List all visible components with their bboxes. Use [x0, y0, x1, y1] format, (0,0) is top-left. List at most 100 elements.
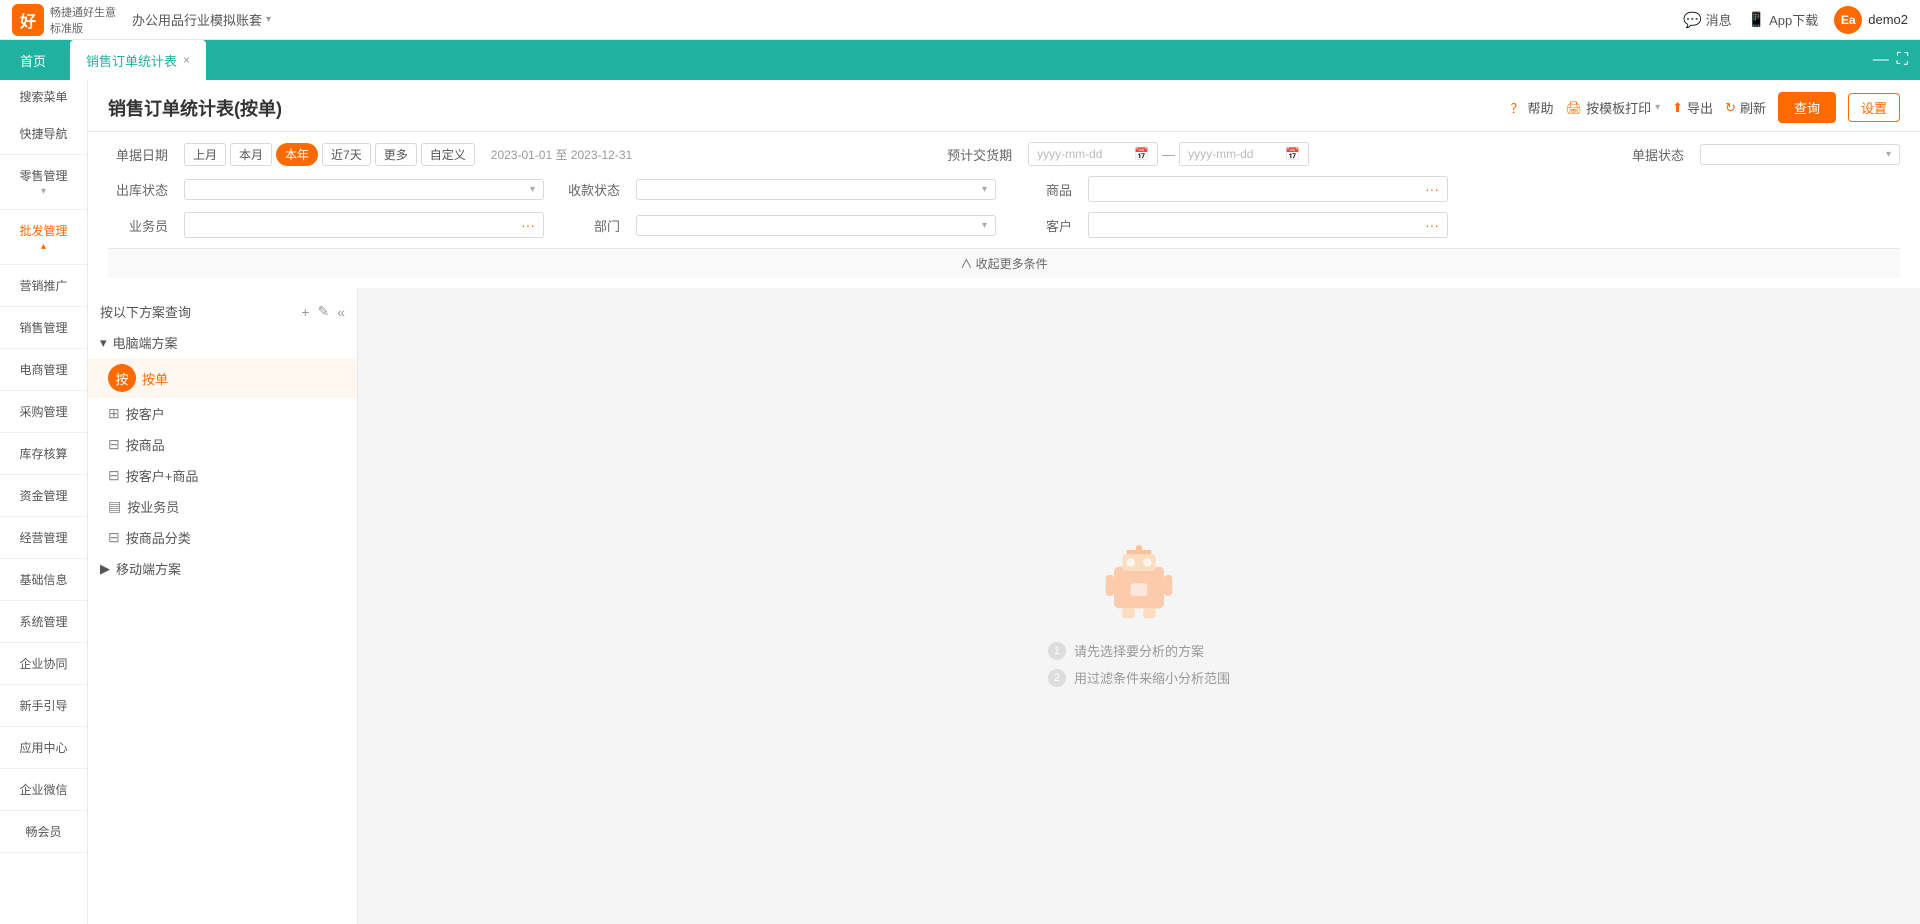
last7-btn[interactable]: 近7天 — [322, 143, 371, 166]
tree-item-salesperson[interactable]: ▤ 按业务员 — [88, 491, 357, 522]
sidebar-item-retail[interactable]: 零售管理 ▾ — [0, 155, 87, 210]
goods-input[interactable]: ··· — [1088, 176, 1448, 202]
date-label: 单据日期 — [108, 145, 168, 164]
status-select[interactable]: ▾ — [1700, 144, 1900, 165]
page-title: 销售订单统计表(按单) — [108, 95, 282, 121]
message-btn[interactable]: 💬 消息 — [1683, 10, 1732, 29]
left-panel-title: 按以下方案查询 — [100, 302, 191, 321]
refresh-btn[interactable]: ↻ 刷新 — [1725, 98, 1766, 117]
goods-icon: ⊟ — [108, 436, 120, 453]
help-btn[interactable]: ？ 帮助 — [1511, 98, 1554, 117]
workspace-selector[interactable]: 办公用品行业模拟账套 ▾ — [124, 10, 279, 29]
this-month-btn[interactable]: 本月 — [230, 143, 272, 166]
more-date-btn[interactable]: 更多 — [375, 143, 417, 166]
department-select[interactable]: ▾ — [636, 215, 996, 236]
app-download-btn[interactable]: 📱 App下载 — [1748, 10, 1819, 29]
tab-sales-order[interactable]: 销售订单统计表 × — [70, 40, 206, 80]
collapse-bar[interactable]: ∧ 收起更多条件 — [108, 248, 1900, 278]
sidebar-item-weixin[interactable]: 企业微信 — [0, 769, 87, 811]
tab-bar: 首页 销售订单统计表 × — ⛶ — [0, 40, 1920, 80]
print-icon: 🖨 — [1566, 100, 1583, 116]
sidebar-item-sales[interactable]: 销售管理 — [0, 307, 87, 349]
top-bar-left: 好 畅捷通好生意 标准版 办公用品行业模拟账套 ▾ — [12, 4, 279, 36]
expected-date-start-input[interactable]: yyyy-mm-dd 📅 — [1028, 142, 1158, 166]
department-select-arrow-icon: ▾ — [982, 220, 987, 231]
expected-date-end-input[interactable]: yyyy-mm-dd 📅 — [1179, 142, 1309, 166]
sidebar-item-enterprise[interactable]: 企业协同 — [0, 643, 87, 685]
last-month-btn[interactable]: 上月 — [184, 143, 226, 166]
empty-tip-2: 2 用过滤条件来缩小分析范围 — [1048, 668, 1230, 687]
custom-date-btn[interactable]: 自定义 — [421, 143, 475, 166]
logo-area: 好 畅捷通好生意 标准版 — [12, 4, 116, 36]
empty-illustration — [1089, 525, 1189, 625]
tree-item-customer[interactable]: ⊞ 按客户 — [88, 398, 357, 429]
export-btn[interactable]: ⬆ 导出 — [1672, 98, 1713, 117]
add-scheme-btn[interactable]: + — [301, 304, 309, 320]
sidebar-item-inventory[interactable]: 库存核算 — [0, 433, 87, 475]
shipment-select[interactable]: ▾ — [184, 179, 544, 200]
sidebar-item-basicinfo[interactable]: 基础信息 — [0, 559, 87, 601]
salesperson-label: 业务员 — [108, 216, 168, 235]
user-info[interactable]: Ea demo2 — [1834, 6, 1908, 34]
tree-item-cust-goods[interactable]: ⊟ 按客户+商品 — [88, 460, 357, 491]
goods-cat-icon: ⊟ — [108, 529, 120, 546]
help-icon: ？ — [1511, 98, 1524, 117]
sidebar-item-quick-nav[interactable]: 快捷导航 — [0, 113, 87, 155]
salesperson-input[interactable]: ··· — [184, 212, 544, 238]
tab-minimize-btn[interactable]: — — [1873, 51, 1889, 69]
tree-parent-mobile[interactable]: ▶ 移动端方案 — [88, 553, 357, 584]
tree-parent-pc[interactable]: ▾ 电脑端方案 — [88, 327, 357, 358]
receipt-select-arrow-icon: ▾ — [982, 184, 987, 195]
workspace-arrow-icon: ▾ — [266, 14, 271, 25]
sidebar-item-member[interactable]: 畅会员 — [0, 811, 87, 853]
split-layout: 按以下方案查询 + ✎ « ▾ 电脑端方案 按 按单 — [88, 288, 1920, 924]
tab-maximize-btn[interactable]: ⛶ — [1897, 51, 1908, 69]
tree-item-order[interactable]: 按 按单 — [88, 358, 357, 398]
top-bar-right: 💬 消息 📱 App下载 Ea demo2 — [1683, 6, 1908, 34]
sidebar-item-operations[interactable]: 经营管理 — [0, 517, 87, 559]
customer-input[interactable]: ··· — [1088, 212, 1448, 238]
query-button[interactable]: 查询 — [1778, 92, 1836, 123]
message-icon: 💬 — [1683, 11, 1702, 29]
goods-more-icon[interactable]: ··· — [1425, 181, 1439, 197]
tab-close-icon[interactable]: × — [183, 53, 190, 67]
order-badge: 按 — [108, 364, 136, 392]
refresh-icon: ↻ — [1725, 100, 1736, 116]
user-name: demo2 — [1868, 12, 1908, 27]
print-btn[interactable]: 🖨 按模板打印 ▾ — [1566, 98, 1661, 117]
tree-item-goods[interactable]: ⊟ 按商品 — [88, 429, 357, 460]
collapse-panel-btn[interactable]: « — [337, 304, 345, 320]
receipt-select[interactable]: ▾ — [636, 179, 996, 200]
tab-bar-actions: — ⛶ — [1873, 51, 1920, 69]
tab-home[interactable]: 首页 — [0, 40, 66, 80]
top-bar: 好 畅捷通好生意 标准版 办公用品行业模拟账套 ▾ 💬 消息 📱 App下载 E… — [0, 0, 1920, 40]
salesperson-more-icon[interactable]: ··· — [521, 217, 535, 233]
sidebar-item-finance[interactable]: 资金管理 — [0, 475, 87, 517]
sidebar-item-marketing[interactable]: 营销推广 — [0, 265, 87, 307]
filter-row-1: 单据日期 上月 本月 本年 近7天 更多 自定义 2023-01-01 至 20… — [108, 142, 1900, 166]
sidebar-item-purchase[interactable]: 采购管理 — [0, 391, 87, 433]
shipment-select-arrow-icon: ▾ — [530, 184, 535, 195]
sidebar-item-wholesale[interactable]: 批发管理 ▴ — [0, 210, 87, 265]
date-separator: — — [1162, 147, 1175, 162]
logo-icon: 好 — [12, 4, 44, 36]
export-icon: ⬆ — [1672, 100, 1683, 116]
customer-more-icon[interactable]: ··· — [1425, 217, 1439, 233]
setting-button[interactable]: 设置 — [1848, 93, 1900, 122]
sidebar-item-ecommerce[interactable]: 电商管理 — [0, 349, 87, 391]
avatar: Ea — [1834, 6, 1862, 34]
sidebar-item-system[interactable]: 系统管理 — [0, 601, 87, 643]
expected-date-input-group: yyyy-mm-dd 📅 — yyyy-mm-dd 📅 — [1028, 142, 1309, 166]
edit-scheme-btn[interactable]: ✎ — [317, 303, 329, 320]
main-layout: 搜索菜单 快捷导航 零售管理 ▾ 批发管理 ▴ 营销推广 销售管理 电商管理 采… — [0, 80, 1920, 924]
tree-item-goods-cat[interactable]: ⊟ 按商品分类 — [88, 522, 357, 553]
content-area: 销售订单统计表(按单) ？ 帮助 🖨 按模板打印 ▾ ⬆ 导出 ↻ 刷新 — [88, 80, 1920, 924]
sidebar-item-newuser[interactable]: 新手引导 — [0, 685, 87, 727]
status-label: 单据状态 — [1624, 145, 1684, 164]
current-year-btn[interactable]: 本年 — [276, 143, 318, 166]
search-menu-btn[interactable]: 搜索菜单 — [0, 80, 87, 113]
print-dropdown-icon[interactable]: ▾ — [1655, 102, 1660, 113]
left-panel-actions: + ✎ « — [301, 303, 345, 320]
status-select-arrow-icon: ▾ — [1886, 149, 1891, 160]
sidebar-item-appcenter[interactable]: 应用中心 — [0, 727, 87, 769]
